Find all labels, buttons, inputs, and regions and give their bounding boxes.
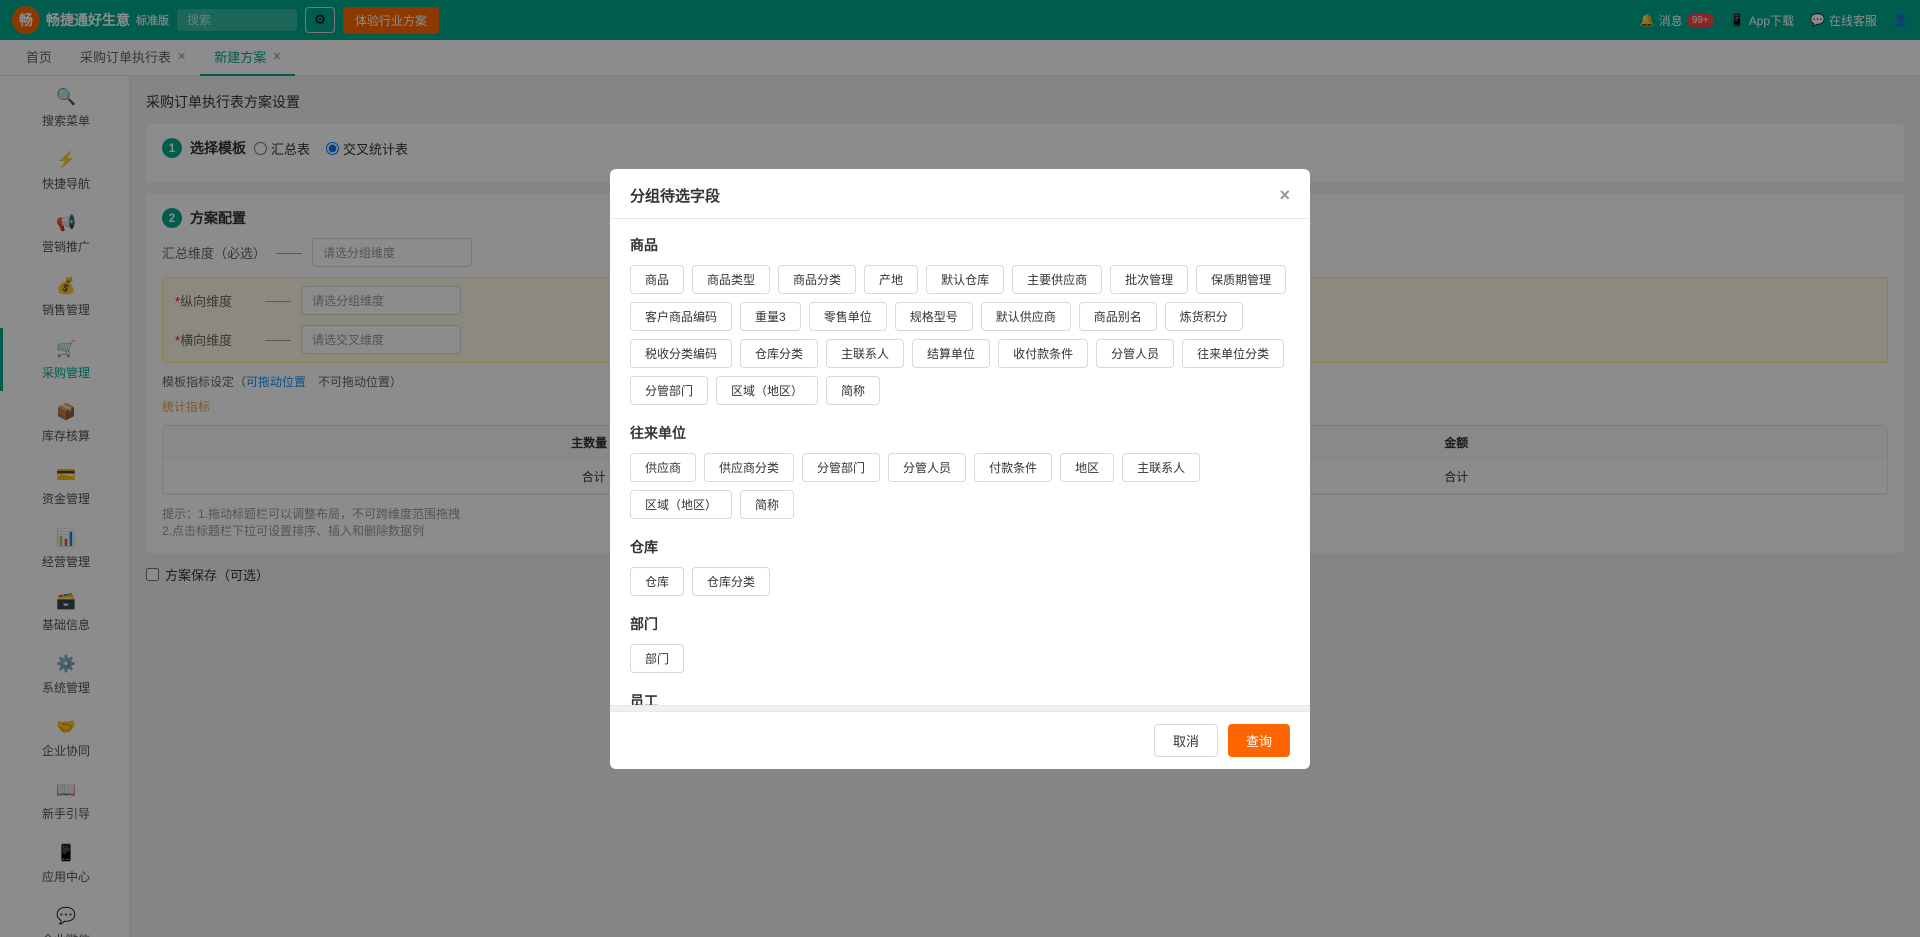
modal-body: 商品 商品 商品类型 商品分类 产地 默认仓库 主要供应商 批次管理 保质期管理…: [610, 219, 1310, 705]
field-chip-partner-category[interactable]: 往来单位分类: [1182, 339, 1284, 368]
field-chip-abbr-goods[interactable]: 简称: [826, 376, 880, 405]
field-chip-warehouse-category[interactable]: 仓库分类: [740, 339, 818, 368]
field-chip-dept-manager[interactable]: 分管人员: [1096, 339, 1174, 368]
field-chip-goods[interactable]: 商品: [630, 265, 684, 294]
field-chip-goods-alias[interactable]: 商品别名: [1079, 302, 1157, 331]
field-group-department-title: 部门: [630, 614, 1290, 634]
field-group-partner-title: 往来单位: [630, 423, 1290, 443]
modal-overlay[interactable]: 分组待选字段 × 商品 商品 商品类型 商品分类 产地 默认仓库 主要供应商 批…: [0, 0, 1920, 937]
modal-footer: 取消 查询: [610, 711, 1310, 769]
field-chip-managing-dept2[interactable]: 分管部门: [802, 453, 880, 482]
field-chip-weight3[interactable]: 重量3: [740, 302, 801, 331]
field-chip-area[interactable]: 地区: [1060, 453, 1114, 482]
field-chip-tax-code[interactable]: 税收分类编码: [630, 339, 732, 368]
field-group-partner: 往来单位 供应商 供应商分类 分管部门 分管人员 付款条件 地区 主联系人 区域…: [630, 423, 1290, 519]
field-chip-origin[interactable]: 产地: [864, 265, 918, 294]
field-chip-warehouse[interactable]: 仓库: [630, 567, 684, 596]
field-chip-warehouse-cat[interactable]: 仓库分类: [692, 567, 770, 596]
field-chip-managing-person[interactable]: 分管人员: [888, 453, 966, 482]
field-chip-settlement-unit[interactable]: 结算单位: [912, 339, 990, 368]
field-chip-managing-dept[interactable]: 分管部门: [630, 376, 708, 405]
field-chip-points[interactable]: 炼货积分: [1165, 302, 1243, 331]
field-group-employee: 员工 业务员: [630, 691, 1290, 705]
field-chip-region-goods[interactable]: 区域（地区）: [716, 376, 818, 405]
modal-close-btn[interactable]: ×: [1279, 185, 1290, 206]
field-group-warehouse: 仓库 仓库 仓库分类: [630, 537, 1290, 596]
modal-confirm-btn[interactable]: 查询: [1228, 724, 1290, 757]
modal-title: 分组待选字段: [630, 185, 720, 206]
field-group-warehouse-title: 仓库: [630, 537, 1290, 557]
field-chip-customer-code[interactable]: 客户商品编码: [630, 302, 732, 331]
modal-cancel-btn[interactable]: 取消: [1154, 724, 1218, 757]
field-chips-goods: 商品 商品类型 商品分类 产地 默认仓库 主要供应商 批次管理 保质期管理 客户…: [630, 265, 1290, 405]
field-chip-default-warehouse[interactable]: 默认仓库: [926, 265, 1004, 294]
field-chip-supplier-category[interactable]: 供应商分类: [704, 453, 794, 482]
modal-dialog: 分组待选字段 × 商品 商品 商品类型 商品分类 产地 默认仓库 主要供应商 批…: [610, 169, 1310, 769]
field-chip-payment-terms[interactable]: 收付款条件: [998, 339, 1088, 368]
field-chip-goods-type[interactable]: 商品类型: [692, 265, 770, 294]
field-chip-region-partner[interactable]: 区域（地区）: [630, 490, 732, 519]
field-chip-goods-category[interactable]: 商品分类: [778, 265, 856, 294]
field-chip-payment-condition[interactable]: 付款条件: [974, 453, 1052, 482]
field-chip-supplier[interactable]: 供应商: [630, 453, 696, 482]
field-group-department: 部门 部门: [630, 614, 1290, 673]
field-chip-main-supplier[interactable]: 主要供应商: [1012, 265, 1102, 294]
field-chips-warehouse: 仓库 仓库分类: [630, 567, 1290, 596]
field-chip-retail-unit[interactable]: 零售单位: [809, 302, 887, 331]
field-chip-spec-model[interactable]: 规格型号: [895, 302, 973, 331]
field-chips-department: 部门: [630, 644, 1290, 673]
field-chip-main-contact[interactable]: 主联系人: [826, 339, 904, 368]
field-group-goods-title: 商品: [630, 235, 1290, 255]
modal-header: 分组待选字段 ×: [610, 169, 1310, 219]
modal-horizontal-scrollbar[interactable]: [610, 705, 1310, 711]
field-chip-default-supplier[interactable]: 默认供应商: [981, 302, 1071, 331]
field-chips-partner: 供应商 供应商分类 分管部门 分管人员 付款条件 地区 主联系人 区域（地区） …: [630, 453, 1290, 519]
field-chip-batch-mgmt[interactable]: 批次管理: [1110, 265, 1188, 294]
field-group-employee-title: 员工: [630, 691, 1290, 705]
field-chip-abbr-partner[interactable]: 简称: [740, 490, 794, 519]
field-chip-dept[interactable]: 部门: [630, 644, 684, 673]
field-chip-expiry-mgmt[interactable]: 保质期管理: [1196, 265, 1286, 294]
field-group-goods: 商品 商品 商品类型 商品分类 产地 默认仓库 主要供应商 批次管理 保质期管理…: [630, 235, 1290, 405]
field-chip-main-contact2[interactable]: 主联系人: [1122, 453, 1200, 482]
